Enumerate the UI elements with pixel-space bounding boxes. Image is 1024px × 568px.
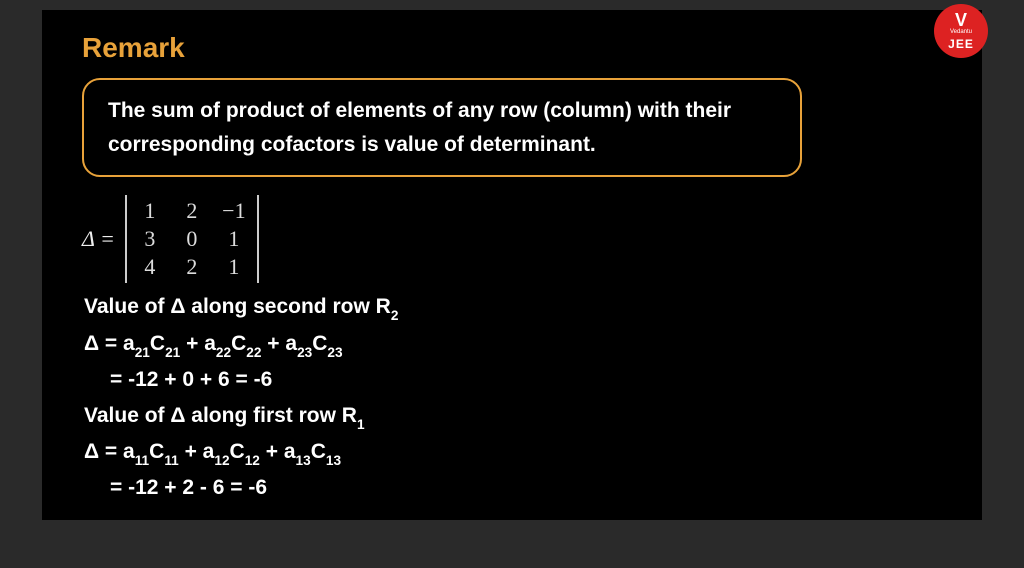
- m33: 1: [219, 254, 249, 280]
- page-title: Remark: [82, 32, 942, 64]
- matrix: 1 2 −1 3 0 1 4 2 1: [127, 197, 257, 281]
- slide: V Vedantu JEE Remark The sum of product …: [42, 10, 982, 520]
- remark-line2: corresponding cofactors is value of dete…: [108, 133, 596, 156]
- determinant: Δ = 1 2 −1 3 0 1 4 2 1: [82, 195, 942, 283]
- remark-line1: The sum of product of elements of any ro…: [108, 99, 731, 122]
- bar-right: [257, 195, 259, 283]
- calc-l5: Δ = a11C11 + a12C12 + a13C13: [84, 434, 942, 470]
- det-label: Δ =: [82, 226, 115, 252]
- calc-l2: Δ = a21C21 + a22C22 + a23C23: [84, 326, 942, 362]
- remark-box: The sum of product of elements of any ro…: [82, 78, 802, 177]
- m32: 2: [177, 254, 207, 280]
- calc-l1: Value of Δ along second row R2: [84, 289, 942, 325]
- calc-l4: Value of Δ along first row R1: [84, 398, 942, 434]
- m11: 1: [135, 198, 165, 224]
- m31: 4: [135, 254, 165, 280]
- m22: 0: [177, 226, 207, 252]
- badge-brand: Vedantu: [950, 29, 972, 36]
- badge-jee: JEE: [948, 37, 974, 51]
- m23: 1: [219, 226, 249, 252]
- calc-l3: = -12 + 0 + 6 = -6: [84, 362, 942, 398]
- m13: −1: [219, 198, 249, 224]
- calc-block: Value of Δ along second row R2 Δ = a21C2…: [82, 289, 942, 506]
- brand-badge: V Vedantu JEE: [934, 4, 988, 58]
- m12: 2: [177, 198, 207, 224]
- badge-v: V: [955, 11, 967, 29]
- m21: 3: [135, 226, 165, 252]
- det-bars: 1 2 −1 3 0 1 4 2 1: [125, 195, 259, 283]
- calc-l6: = -12 + 2 - 6 = -6: [84, 470, 942, 506]
- remark-text: The sum of product of elements of any ro…: [108, 94, 776, 161]
